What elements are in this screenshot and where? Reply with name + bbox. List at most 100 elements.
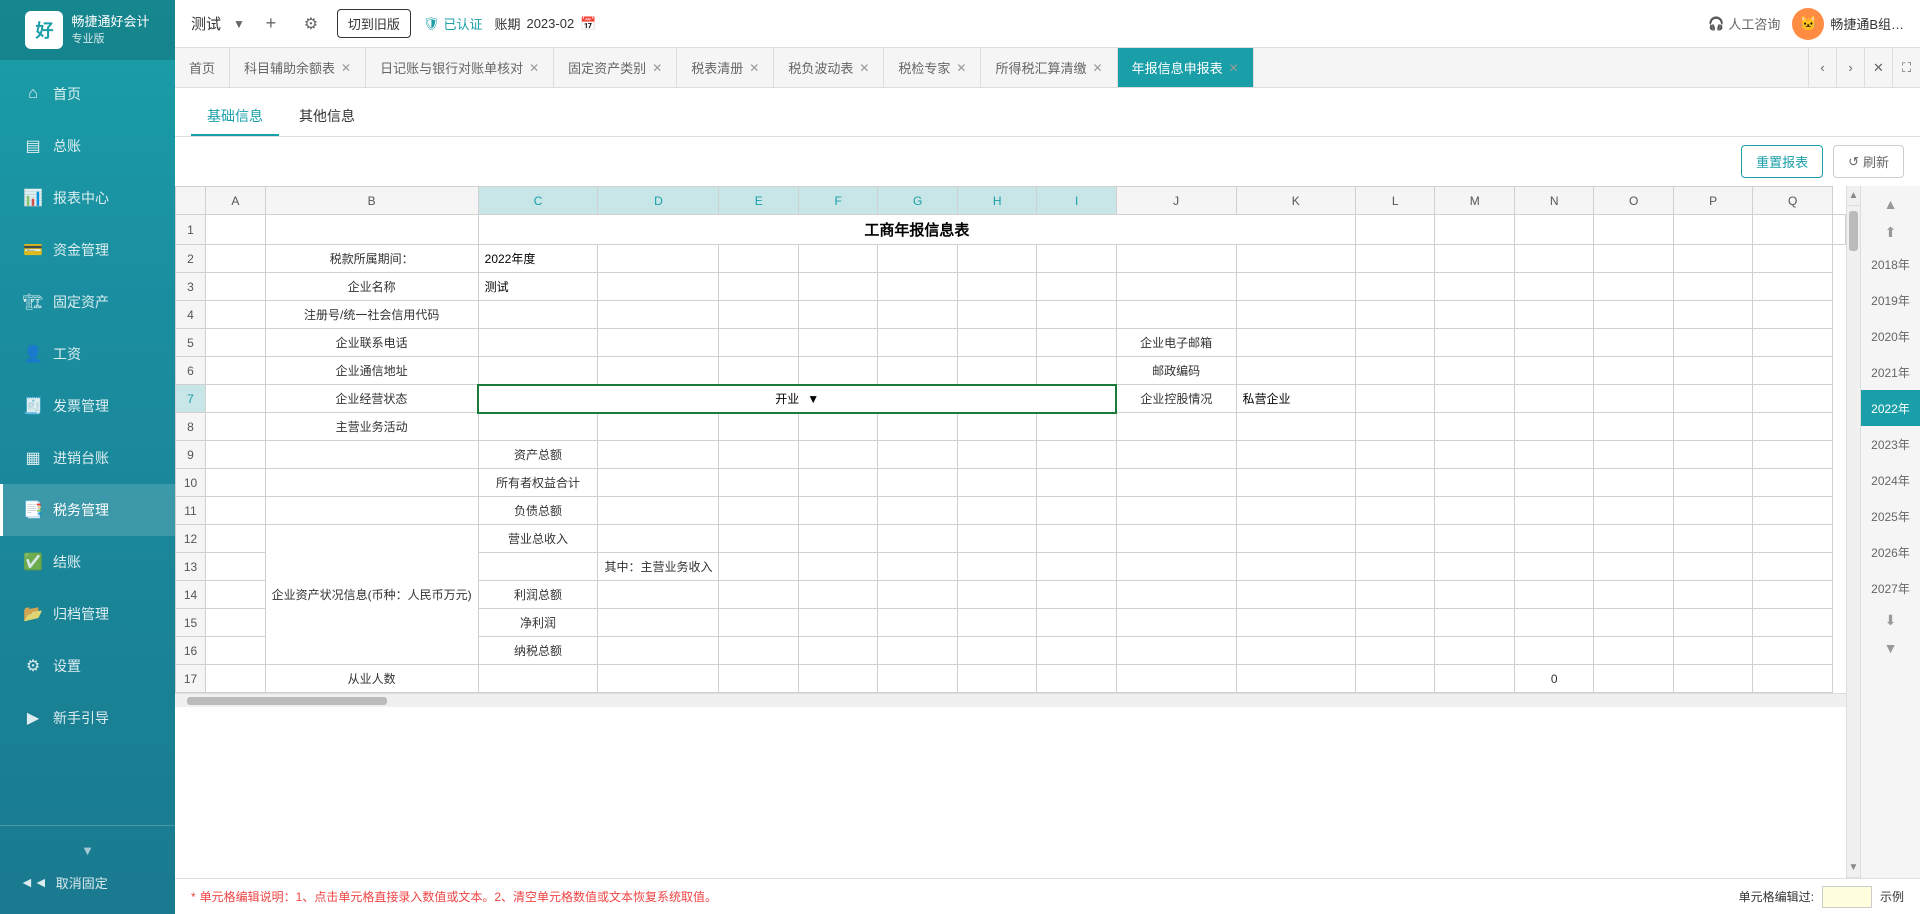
cell-4n[interactable] <box>1514 301 1593 329</box>
cell-8p[interactable] <box>1673 413 1752 441</box>
row-header-5[interactable]: 5 <box>176 329 206 357</box>
cell-9d[interactable] <box>598 441 719 469</box>
cell-2f[interactable] <box>798 245 877 273</box>
tab-expand[interactable]: ⛶ <box>1892 48 1920 88</box>
cell-4h[interactable] <box>957 301 1036 329</box>
cell-12l[interactable] <box>1356 525 1435 553</box>
cell-9i[interactable] <box>1037 441 1116 469</box>
cell-16i[interactable] <box>1037 637 1116 665</box>
cell-8m[interactable] <box>1435 413 1515 441</box>
horizontal-scrollbar[interactable] <box>175 693 1846 707</box>
v-scroll-track[interactable] <box>1847 206 1860 858</box>
cell-13h[interactable] <box>957 553 1036 581</box>
row-header-17[interactable]: 17 <box>176 665 206 693</box>
cell-12h[interactable] <box>957 525 1036 553</box>
cell-8h[interactable] <box>957 413 1036 441</box>
sidebar-item-tax[interactable]: 📑 税务管理 <box>0 484 175 536</box>
sidebar-item-settings[interactable]: ⚙ 设置 <box>0 640 175 692</box>
cell-16h[interactable] <box>957 637 1036 665</box>
cell-13m[interactable] <box>1435 553 1515 581</box>
cell-5g[interactable] <box>878 329 957 357</box>
cell-12b-merged[interactable]: 企业资产状况信息(币种：人民币万元) <box>265 525 478 665</box>
cell-8c[interactable] <box>478 413 598 441</box>
support-button[interactable]: 🎧 人工咨询 <box>1708 14 1780 33</box>
cell-9c[interactable]: 资产总额 <box>478 441 598 469</box>
cell-1p[interactable] <box>1753 215 1833 245</box>
cell-9b[interactable] <box>265 441 478 469</box>
cell-14e[interactable] <box>719 581 798 609</box>
cell-6f[interactable] <box>798 357 877 385</box>
row-header-3[interactable]: 3 <box>176 273 206 301</box>
sidebar-item-reports[interactable]: 📊 报表中心 <box>0 172 175 224</box>
cell-14a[interactable] <box>206 581 266 609</box>
cell-11h[interactable] <box>957 497 1036 525</box>
col-header-o[interactable]: O <box>1594 187 1673 215</box>
cell-17l[interactable] <box>1356 665 1435 693</box>
year-item-2019[interactable]: 2019年 <box>1861 282 1920 318</box>
cell-6e[interactable] <box>719 357 798 385</box>
cell-11b[interactable] <box>265 497 478 525</box>
cell-10f[interactable] <box>798 469 877 497</box>
cell-10h[interactable] <box>957 469 1036 497</box>
cell-5l[interactable] <box>1356 329 1435 357</box>
sub-tab-other[interactable]: 其他信息 <box>283 98 371 136</box>
year-item-2026[interactable]: 2026年 <box>1861 534 1920 570</box>
cell-6i[interactable] <box>1037 357 1116 385</box>
cell-3c[interactable]: 测试 <box>478 273 598 301</box>
cell-11d[interactable] <box>598 497 719 525</box>
cell-15g[interactable] <box>878 609 957 637</box>
cell-16d[interactable] <box>598 637 719 665</box>
cell-14n[interactable] <box>1514 581 1593 609</box>
sidebar-item-fixed-assets[interactable]: 🏗 固定资产 <box>0 276 175 328</box>
cell-15j[interactable] <box>1116 609 1236 637</box>
cell-10m[interactable] <box>1435 469 1515 497</box>
scroll-down-btn[interactable]: ▼ <box>1847 858 1860 878</box>
cell-14m[interactable] <box>1435 581 1515 609</box>
cell-4a[interactable] <box>206 301 266 329</box>
cell-8f[interactable] <box>798 413 877 441</box>
cell-17b[interactable]: 从业人数 <box>265 665 478 693</box>
cell-8g[interactable] <box>878 413 957 441</box>
col-header-l[interactable]: L <box>1356 187 1435 215</box>
cell-2b[interactable]: 税款所属期间： <box>265 245 478 273</box>
tab-tax-inspection[interactable]: 税检专家 ✕ <box>884 48 981 88</box>
cell-10l[interactable] <box>1356 469 1435 497</box>
cell-16g[interactable] <box>878 637 957 665</box>
cell-9n[interactable] <box>1514 441 1593 469</box>
col-header-j[interactable]: J <box>1116 187 1236 215</box>
cell-17a[interactable] <box>206 665 266 693</box>
tab-journal-bank[interactable]: 日记账与银行对账单核对 ✕ <box>366 48 554 88</box>
cell-9e[interactable] <box>719 441 798 469</box>
cell-5q[interactable] <box>1753 329 1833 357</box>
sidebar-item-purchase-sales[interactable]: ▦ 进销台账 <box>0 432 175 484</box>
cell-3m[interactable] <box>1435 273 1515 301</box>
cell-15o[interactable] <box>1594 609 1673 637</box>
cell-4d[interactable] <box>598 301 719 329</box>
cell-5h[interactable] <box>957 329 1036 357</box>
row-header-9[interactable]: 9 <box>176 441 206 469</box>
cell-4m[interactable] <box>1435 301 1515 329</box>
cell-13o[interactable] <box>1594 553 1673 581</box>
row-header-7[interactable]: 7 <box>176 385 206 413</box>
cell-14i[interactable] <box>1037 581 1116 609</box>
cell-11k[interactable] <box>1236 497 1355 525</box>
cell-14q[interactable] <box>1753 581 1833 609</box>
cell-3f[interactable] <box>798 273 877 301</box>
cell-6k[interactable] <box>1236 357 1355 385</box>
cell-8d[interactable] <box>598 413 719 441</box>
cell-11c[interactable]: 负债总额 <box>478 497 598 525</box>
year-item-2023[interactable]: 2023年 <box>1861 426 1920 462</box>
sidebar-item-archive[interactable]: 📂 归档管理 <box>0 588 175 640</box>
cell-17j[interactable] <box>1116 665 1236 693</box>
cell-5i[interactable] <box>1037 329 1116 357</box>
row-header-13[interactable]: 13 <box>176 553 206 581</box>
cell-2i[interactable] <box>1037 245 1116 273</box>
h-scroll-thumb[interactable] <box>187 697 387 705</box>
cell-3g[interactable] <box>878 273 957 301</box>
cell-4g[interactable] <box>878 301 957 329</box>
tab-close-income-tax[interactable]: ✕ <box>1093 61 1103 75</box>
cell-15k[interactable] <box>1236 609 1355 637</box>
cell-7a[interactable] <box>206 385 266 413</box>
sidebar-item-payroll[interactable]: 👤 工资 <box>0 328 175 380</box>
cell-4c[interactable] <box>478 301 598 329</box>
